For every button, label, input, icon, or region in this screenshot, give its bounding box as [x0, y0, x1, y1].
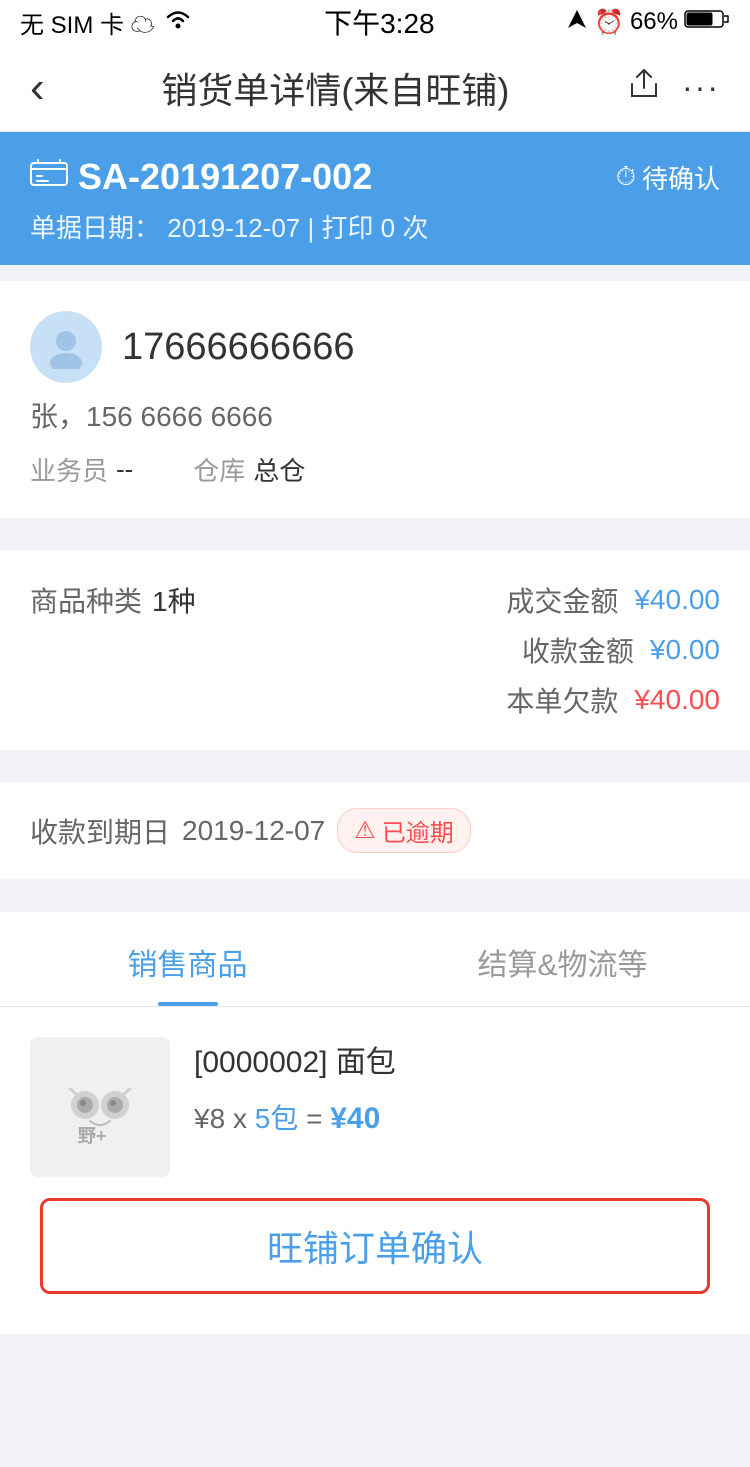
status-time: 下午3:28 [324, 2, 435, 42]
sales-value: -- [116, 454, 133, 485]
due-date-section: 收款到期日 2019-12-07 ⚠ 已逾期 [0, 782, 750, 880]
location-icon [566, 8, 588, 37]
wifi-icon [163, 8, 193, 37]
avatar [30, 311, 102, 383]
order-status: ⏱ 待确认 [616, 159, 720, 196]
nav-bar: ‹ 销货单详情(来自旺铺) ··· [0, 44, 750, 132]
tabs-section: 销售商品 结算&物流等 [0, 912, 750, 1007]
confirm-order-button[interactable]: 旺铺订单确认 [40, 1198, 710, 1294]
product-count: 商品种类 1种 [30, 580, 196, 620]
receipt-amount-value: ¥0.00 [650, 634, 720, 666]
warehouse-label: 仓库 [193, 451, 245, 488]
clock-icon: ⏱ [616, 161, 636, 193]
tab-sales-products[interactable]: 销售商品 [0, 912, 375, 1006]
status-right: ⏰ 66% [566, 8, 730, 37]
order-date: 单据日期： 2019-12-07 | 打印 0 次 [30, 208, 720, 245]
nav-right: ··· [626, 66, 720, 109]
nav-title: 销货单详情(来自旺铺) [161, 62, 509, 114]
bottom-action-area: 旺铺订单确认 [0, 1178, 750, 1334]
order-number: SA-20191207-002 [30, 156, 372, 198]
product-name: [0000002] 面包 [194, 1037, 720, 1081]
product-info: [0000002] 面包 ¥8 x 5包 = ¥40 [194, 1037, 720, 1137]
order-header-card: SA-20191207-002 ⏱ 待确认 单据日期： 2019-12-07 |… [0, 132, 750, 265]
back-button[interactable]: ‹ [30, 63, 45, 113]
order-icon [30, 156, 68, 198]
debt-amount-value: ¥40.00 [634, 684, 720, 716]
overdue-text: 已逾期 [382, 813, 454, 848]
product-section: 野+ [0000002] 面包 ¥8 x 5包 = ¥40 [0, 1007, 750, 1207]
overdue-badge: ⚠ 已逾期 [337, 808, 471, 853]
more-button[interactable]: ··· [682, 69, 720, 106]
product-price: ¥8 x 5包 = ¥40 [194, 1097, 720, 1137]
share-icon[interactable] [626, 66, 662, 109]
overdue-icon: ⚠ [354, 816, 376, 845]
customer-phone: 17666666666 [122, 326, 354, 369]
alarm-icon: ⏰ [594, 8, 624, 37]
deal-amount-label: 成交金额 [506, 580, 618, 620]
deal-amount-value: ¥40.00 [634, 584, 720, 616]
nav-left: ‹ [30, 63, 45, 113]
battery-icon [684, 8, 730, 37]
debt-amount-label: 本单欠款 [506, 680, 618, 720]
due-date-value: 2019-12-07 [182, 815, 325, 847]
customer-meta: 业务员 -- 仓库 总仓 [30, 451, 720, 488]
status-bar: 无 SIM 卡 ☁ 下午3:28 ⏰ 66% [0, 0, 750, 44]
status-left: 无 SIM 卡 ☁ [20, 5, 193, 40]
receipt-amount-label: 收款金额 [522, 630, 634, 670]
product-image: 野+ [30, 1037, 170, 1177]
battery-level: 66% [630, 8, 678, 36]
customer-name: 张，156 6666 6666 [30, 395, 720, 435]
tab-settlement-logistics[interactable]: 结算&物流等 [375, 912, 750, 1006]
amounts-section: 商品种类 1种 成交金额 ¥40.00 收款金额 ¥0.00 本单欠款 ¥40.… [0, 550, 750, 750]
warehouse-value: 总仓 [253, 451, 305, 488]
svg-text:野+: 野+ [78, 1126, 107, 1146]
sim-status: 无 SIM 卡 ☁ [20, 5, 155, 40]
due-date-label: 收款到期日 [30, 811, 170, 851]
product-item: 野+ [0000002] 面包 ¥8 x 5包 = ¥40 [0, 1007, 750, 1207]
sales-label: 业务员 [30, 451, 108, 488]
customer-section: 17666666666 张，156 6666 6666 业务员 -- 仓库 总仓 [0, 281, 750, 518]
amounts-right: 成交金额 ¥40.00 收款金额 ¥0.00 本单欠款 ¥40.00 [506, 580, 720, 720]
